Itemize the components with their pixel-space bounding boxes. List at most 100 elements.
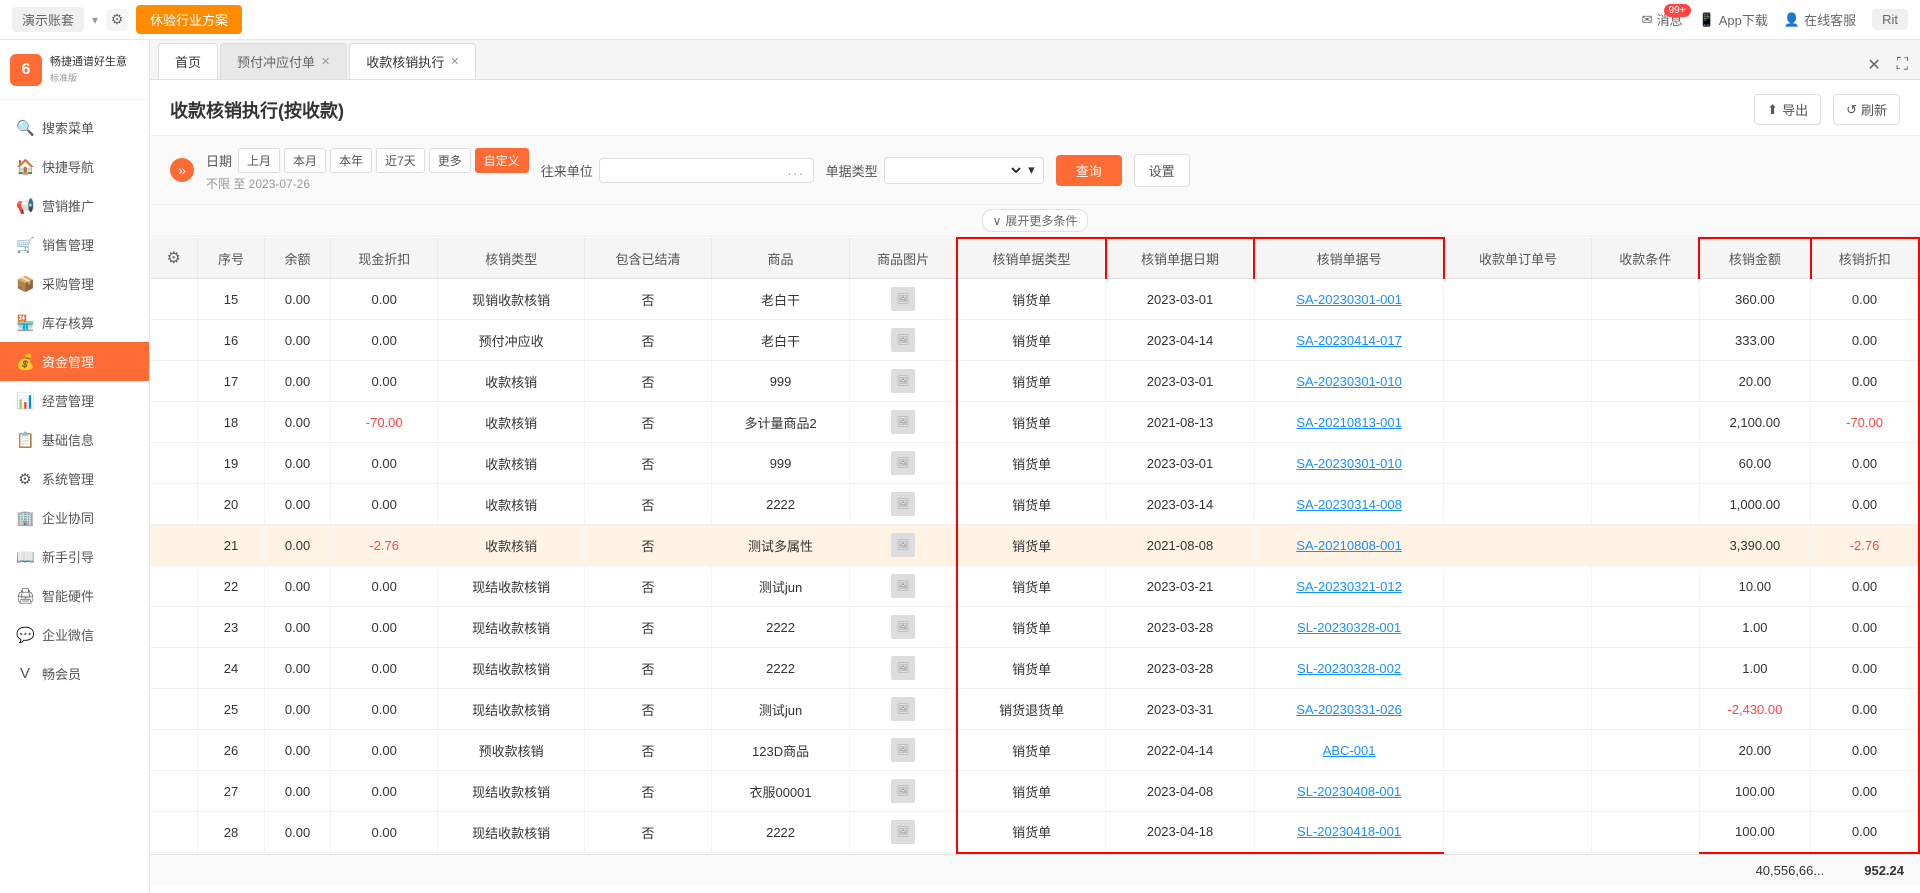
table-row: 270.000.00现结收款核销否衣服00001🖼销货单2023-04-08SL…: [150, 771, 1919, 812]
cell-receipt_order_no: [1444, 484, 1592, 525]
online-service-button[interactable]: 👤 在线客服: [1784, 10, 1856, 29]
cell-cancel_amount: 100.00: [1699, 771, 1810, 812]
bill-type-select-wrap: ▾: [884, 157, 1044, 184]
tab-bar: 首页预付冲应付单✕ 收款核销执行 ✕ ✕ ⛶: [150, 40, 1920, 80]
product-image: 🖼: [891, 328, 915, 352]
date-option-近7天[interactable]: 近7天: [376, 148, 425, 173]
date-option-本月[interactable]: 本月: [284, 148, 326, 173]
bill-no-link[interactable]: SA-20210813-001: [1296, 415, 1402, 430]
date-option-上月[interactable]: 上月: [238, 148, 280, 173]
cell-receipt_order_no: [1444, 689, 1592, 730]
bill-type-select[interactable]: [893, 162, 1024, 179]
col-header-product_img: 商品图片: [850, 238, 958, 279]
cell-cancel_type: 收款核销: [438, 525, 585, 566]
app-download-button[interactable]: 📱 App下载: [1699, 10, 1768, 29]
sidebar-item-business[interactable]: 📊经营管理: [0, 381, 149, 420]
bill-no-link[interactable]: SA-20230321-012: [1296, 579, 1402, 594]
cell-product_img: 🖼: [850, 648, 958, 689]
settings-icon[interactable]: ⚙: [106, 9, 128, 31]
query-button[interactable]: 查询: [1056, 155, 1122, 186]
cell-num: 24: [198, 648, 265, 689]
company-selector[interactable]: 演示账套: [12, 7, 84, 32]
tab-close-receipt[interactable]: ✕: [450, 55, 459, 68]
table-settings-icon[interactable]: ⚙: [166, 250, 180, 267]
cell-include_settled: 否: [585, 402, 712, 443]
inventory-icon: 🏪: [16, 314, 34, 332]
sidebar-item-guide[interactable]: 📖新手引导: [0, 537, 149, 576]
cell-include_settled: 否: [585, 771, 712, 812]
filter-setting-button[interactable]: 设置: [1134, 154, 1190, 187]
bill-no-link[interactable]: SA-20230314-008: [1296, 497, 1402, 512]
sidebar-item-wechat[interactable]: 💬企业微信: [0, 615, 149, 654]
sidebar-item-base[interactable]: 📋基础信息: [0, 420, 149, 459]
bill-no-link[interactable]: ABC-001: [1323, 743, 1376, 758]
col-header-cash_discount: 现金折扣: [331, 238, 438, 279]
bill-no-link[interactable]: SA-20230414-017: [1296, 333, 1402, 348]
bill-no-link[interactable]: SA-20230331-026: [1296, 702, 1402, 717]
bill-no-link[interactable]: SL-20230418-001: [1297, 824, 1401, 839]
tab-close-prepay[interactable]: ✕: [321, 55, 330, 68]
cell-balance: 0.00: [264, 484, 331, 525]
table-row: 240.000.00现结收款核销否2222🖼销货单2023-03-28SL-20…: [150, 648, 1919, 689]
message-button[interactable]: ✉ 消息 99+: [1642, 10, 1683, 29]
cell-receipt_cond: [1592, 361, 1700, 402]
tab-home[interactable]: 首页: [158, 43, 218, 79]
cell-num: 20: [198, 484, 265, 525]
cell-bill_no: SA-20230301-001: [1254, 279, 1444, 320]
date-option-本年[interactable]: 本年: [330, 148, 372, 173]
cell-bill_no: SL-20230408-001: [1254, 771, 1444, 812]
sidebar-item-finance[interactable]: 💰资金管理: [0, 342, 149, 381]
bill-no-link[interactable]: SA-20230301-010: [1296, 374, 1402, 389]
sidebar-item-purchase[interactable]: 📦采购管理: [0, 264, 149, 303]
sidebar-item-shortcut[interactable]: 🏠快捷导航: [0, 147, 149, 186]
tab-prepay[interactable]: 预付冲应付单✕: [220, 43, 347, 79]
table-row: 220.000.00现结收款核销否测试jun🖼销货单2023-03-21SA-2…: [150, 566, 1919, 607]
filter-toggle-button[interactable]: »: [170, 158, 194, 182]
sidebar-item-sales[interactable]: 🛒销售管理: [0, 225, 149, 264]
cell-balance: 0.00: [264, 361, 331, 402]
sidebar-item-corp[interactable]: 🏢企业协同: [0, 498, 149, 537]
cell-product_img: 🖼: [850, 689, 958, 730]
table-wrap: ⚙序号余额现金折扣核销类型包含已结清商品商品图片核销单据类型核销单据日期核销单据…: [150, 237, 1920, 886]
data-table: ⚙序号余额现金折扣核销类型包含已结清商品商品图片核销单据类型核销单据日期核销单据…: [150, 237, 1920, 854]
user-account[interactable]: Rit: [1872, 9, 1908, 30]
cell-bill_type: 销货单: [957, 402, 1106, 443]
maximize-icon[interactable]: ⛶: [1893, 52, 1912, 78]
cell-product_img: 🖼: [850, 566, 958, 607]
col-header-include_settled: 包含已结清: [585, 238, 712, 279]
tab-label-receipt: 收款核销执行: [366, 52, 444, 71]
partner-input[interactable]: [608, 163, 784, 178]
bill-no-link[interactable]: SA-20210808-001: [1296, 538, 1402, 553]
cell-receipt_cond: [1592, 320, 1700, 361]
sidebar-item-system[interactable]: ⚙系统管理: [0, 459, 149, 498]
table-row: 160.000.00预付冲应收否老白干🖼销货单2023-04-14SA-2023…: [150, 320, 1919, 361]
bill-no-link[interactable]: SA-20230301-001: [1296, 292, 1402, 307]
sidebar-item-search[interactable]: 🔍搜索菜单: [0, 108, 149, 147]
sidebar-item-label: 资金管理: [42, 352, 94, 371]
bill-no-link[interactable]: SA-20230301-010: [1296, 456, 1402, 471]
export-button[interactable]: ⬆ 导出: [1754, 94, 1821, 125]
bill-no-link[interactable]: SL-20230408-001: [1297, 784, 1401, 799]
date-option-custom[interactable]: 自定义: [475, 148, 529, 173]
cell-num: 26: [198, 730, 265, 771]
filter-expand-bar[interactable]: ∨ 展开更多条件: [150, 205, 1920, 237]
cell-cancel_discount: 0.00: [1811, 566, 1919, 607]
business-icon: 📊: [16, 392, 34, 410]
sidebar-item-hardware[interactable]: 🖨智能硬件: [0, 576, 149, 615]
solution-button[interactable]: 休验行业方案: [136, 5, 242, 34]
sidebar-item-marketing[interactable]: 📢营销推广: [0, 186, 149, 225]
sidebar-item-inventory[interactable]: 🏪库存核算: [0, 303, 149, 342]
tab-receipt[interactable]: 收款核销执行 ✕: [349, 43, 476, 79]
bill-no-link[interactable]: SL-20230328-001: [1297, 620, 1401, 635]
bill-no-link[interactable]: SL-20230328-002: [1297, 661, 1401, 676]
refresh-icon: ↺: [1846, 102, 1857, 118]
sidebar-logo: 6 畅捷通谱好生意 标准版: [0, 40, 149, 100]
table-row: 230.000.00现结收款核销否2222🖼销货单2023-03-28SL-20…: [150, 607, 1919, 648]
expand-conditions-button[interactable]: ∨ 展开更多条件: [982, 209, 1089, 232]
refresh-button[interactable]: ↺ 刷新: [1833, 94, 1900, 125]
date-option-更多[interactable]: 更多: [429, 148, 471, 173]
close-window-icon[interactable]: ✕: [1863, 51, 1884, 79]
sidebar-items: 🔍搜索菜单🏠快捷导航📢营销推广🛒销售管理📦采购管理🏪库存核算💰资金管理📊经营管理…: [0, 100, 149, 893]
table-row: 200.000.00收款核销否2222🖼销货单2023-03-14SA-2023…: [150, 484, 1919, 525]
sidebar-item-member[interactable]: V畅会员: [0, 654, 149, 693]
